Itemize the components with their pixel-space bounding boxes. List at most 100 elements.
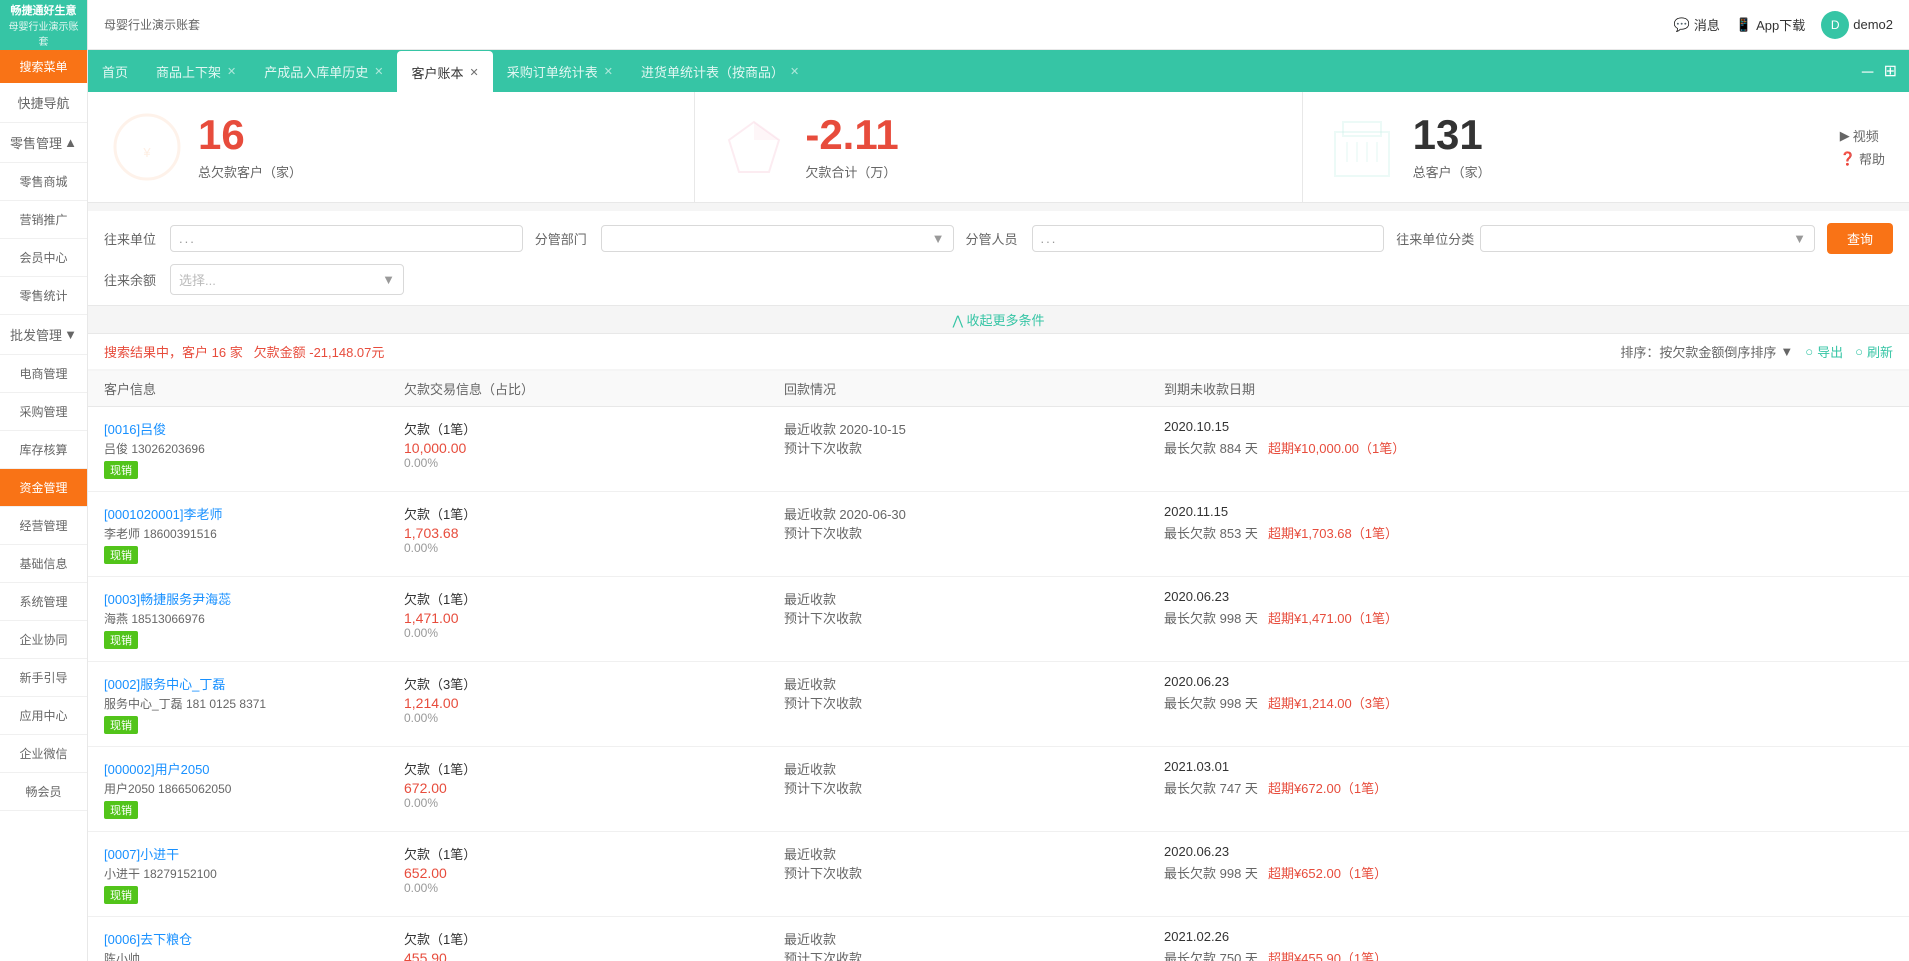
- search-menu-btn[interactable]: 搜索菜单: [0, 50, 87, 83]
- dept-label: 分管部门: [535, 229, 595, 248]
- person-label: 分管人员: [966, 229, 1026, 248]
- sidebar-item-inventory[interactable]: 库存核算: [0, 431, 87, 469]
- search-button[interactable]: 查询: [1827, 223, 1893, 254]
- overdue-link-6[interactable]: 超期¥455.90（1笔）: [1268, 951, 1387, 961]
- overdue-days-2: 最长欠款 998 天 超期¥1,471.00（1笔）: [1164, 608, 1893, 627]
- sidebar-item-vip[interactable]: 畅会员: [0, 773, 87, 811]
- tab-customer-account-close[interactable]: ✕: [470, 66, 479, 79]
- sidebar-item-basic-info[interactable]: 基础信息: [0, 545, 87, 583]
- recovery-next-1: 预计下次收款: [784, 523, 1164, 542]
- customer-name-link-6[interactable]: [0006]去下粮仓: [104, 932, 192, 947]
- app-download-icon: 📱: [1736, 17, 1752, 33]
- from-unit-input[interactable]: ...: [170, 225, 523, 252]
- customer-sub-3: 服务中心_丁磊 181 0125 8371: [104, 695, 404, 712]
- sidebar-item-retail-mgmt[interactable]: 零售管理▲: [0, 123, 87, 163]
- stat-video-btn[interactable]: ▶ 视频: [1840, 126, 1885, 145]
- sidebar-item-purchase[interactable]: 采购管理: [0, 393, 87, 431]
- unit-class-arrow-icon: ▼: [1793, 231, 1806, 246]
- tab-customer-account[interactable]: 客户账本 ✕: [397, 51, 492, 93]
- overdue-link-5[interactable]: 超期¥652.00（1笔）: [1268, 866, 1387, 881]
- tab-home[interactable]: 首页: [88, 50, 142, 92]
- user-avatar[interactable]: D demo2: [1821, 11, 1893, 39]
- customer-name-link-1[interactable]: [0001020001]李老师: [104, 507, 223, 522]
- overdue-link-2[interactable]: 超期¥1,471.00（1笔）: [1268, 611, 1398, 626]
- tab-product-offshelf[interactable]: 商品上下架 ✕: [142, 50, 250, 92]
- sidebar-item-finance[interactable]: 资金管理: [0, 469, 87, 507]
- tab-bar-end: － ⊞: [1860, 59, 1909, 83]
- debt-percent-2: 0.00%: [404, 626, 784, 640]
- sidebar-item-retail-stats[interactable]: 零售统计: [0, 277, 87, 315]
- customer-name-link-2[interactable]: [0003]畅捷服务尹海蕊: [104, 592, 231, 607]
- overdue-link-0[interactable]: 超期¥10,000.00（1笔）: [1268, 441, 1405, 456]
- tab-product-offshelf-close[interactable]: ✕: [227, 65, 236, 78]
- tab-purchase-order-label: 采购订单统计表: [507, 62, 598, 81]
- customer-tag-0: 现销: [104, 461, 138, 479]
- tab-minimize-icon[interactable]: －: [1860, 59, 1876, 83]
- sidebar-item-enterprise[interactable]: 企业协同: [0, 621, 87, 659]
- customer-info-4: [000002]用户2050 用户2050 18665062050 现销: [104, 759, 404, 819]
- message-btn[interactable]: 💬 消息: [1674, 15, 1720, 34]
- table-row: [000002]用户2050 用户2050 18665062050 现销 欠款（…: [88, 747, 1909, 832]
- sidebar-item-ops[interactable]: 经营管理: [0, 507, 87, 545]
- customer-name-link-3[interactable]: [0002]服务中心_丁磊: [104, 677, 225, 692]
- debt-amount-2: 1,471.00: [404, 610, 784, 626]
- person-dots: ...: [1041, 231, 1058, 246]
- recovery-info-0: 最近收款 2020-10-15 预计下次收款: [784, 419, 1164, 457]
- recovery-last-label-0: 最近收款: [784, 419, 836, 438]
- app-download-btn[interactable]: 📱 App下载: [1736, 15, 1805, 34]
- sidebar-item-system[interactable]: 系统管理: [0, 583, 87, 621]
- customer-info-0: [0016]吕俊 吕俊 13026203696 现销: [104, 419, 404, 479]
- overdue-link-4[interactable]: 超期¥672.00（1笔）: [1268, 781, 1387, 796]
- overdue-info-6: 2021.02.26 最长欠款 750 天 超期¥455.90（1笔）: [1164, 929, 1893, 961]
- tab-expand-icon[interactable]: ⊞: [1884, 61, 1897, 81]
- person-input[interactable]: ...: [1032, 225, 1385, 252]
- sidebar-item-member[interactable]: 会员中心: [0, 239, 87, 277]
- col-header-recovery: 回款情况: [784, 379, 1164, 398]
- sidebar-item-marketing[interactable]: 营销推广: [0, 201, 87, 239]
- stat-help-btn[interactable]: ❓ 帮助: [1840, 149, 1885, 168]
- debt-percent-5: 0.00%: [404, 881, 784, 895]
- dept-select[interactable]: ▼: [601, 225, 954, 252]
- stats-row: ¥ 16 总欠款客户（家）: [88, 92, 1909, 203]
- overdue-link-1[interactable]: 超期¥1,703.68（1笔）: [1268, 526, 1398, 541]
- overdue-days-text-1: 最长欠款 853 天: [1164, 526, 1258, 541]
- overdue-info-3: 2020.06.23 最长欠款 998 天 超期¥1,214.00（3笔）: [1164, 674, 1893, 712]
- overdue-link-3[interactable]: 超期¥1,214.00（3笔）: [1268, 696, 1398, 711]
- sidebar-item-wecom[interactable]: 企业微信: [0, 735, 87, 773]
- customer-info-5: [0007]小进干 小进干 18279152100 现销: [104, 844, 404, 904]
- tab-purchase-order-close[interactable]: ✕: [604, 65, 613, 78]
- customer-name-link-0[interactable]: [0016]吕俊: [104, 422, 166, 437]
- sidebar-item-newbie[interactable]: 新手引导: [0, 659, 87, 697]
- unit-class-select[interactable]: ▼: [1480, 225, 1815, 252]
- debt-info-5: 欠款（1笔） 652.00 0.00%: [404, 844, 784, 895]
- sidebar-item-batch-mgmt[interactable]: 批发管理▼: [0, 315, 87, 355]
- tab-home-label: 首页: [102, 62, 128, 81]
- result-customer-count: 16: [212, 345, 226, 360]
- result-customer-unit: 家: [230, 345, 243, 360]
- recovery-info-4: 最近收款 预计下次收款: [784, 759, 1164, 797]
- debt-count-2: 欠款（1笔）: [404, 589, 784, 608]
- tab-bar: 首页 商品上下架 ✕ 产成品入库单历史 ✕ 客户账本 ✕ 采购订单统计表 ✕ 进…: [88, 50, 1909, 92]
- sidebar-item-ecommerce[interactable]: 电商管理: [0, 355, 87, 393]
- refresh-button[interactable]: ○ 刷新: [1855, 342, 1893, 361]
- customer-name-link-5[interactable]: [0007]小进干: [104, 847, 179, 862]
- customer-sub-6: 陈小帅: [104, 950, 404, 961]
- tab-inbound-stats-close[interactable]: ✕: [790, 65, 799, 78]
- recovery-next-label-2: 预计下次收款: [784, 611, 862, 626]
- recovery-last-label-6: 最近收款: [784, 929, 836, 948]
- sort-button[interactable]: 排序：按欠款金额倒序排序 ▼: [1620, 342, 1793, 361]
- overdue-info-0: 2020.10.15 最长欠款 884 天 超期¥10,000.00（1笔）: [1164, 419, 1893, 457]
- tab-product-inbound[interactable]: 产成品入库单历史 ✕: [250, 50, 397, 92]
- balance-select[interactable]: 选择... ▼: [170, 264, 404, 295]
- recovery-last-label-1: 最近收款: [784, 504, 836, 523]
- unit-class-label: 往来单位分类: [1396, 229, 1474, 248]
- sidebar-item-retail-mall[interactable]: 零售商城: [0, 163, 87, 201]
- export-button[interactable]: ○ 导出: [1805, 342, 1843, 361]
- sidebar-item-app-center[interactable]: 应用中心: [0, 697, 87, 735]
- customer-name-link-4[interactable]: [000002]用户2050: [104, 762, 210, 777]
- tab-purchase-order[interactable]: 采购订单统计表 ✕: [493, 50, 627, 92]
- tab-product-inbound-close[interactable]: ✕: [374, 65, 383, 78]
- debt-percent-3: 0.00%: [404, 711, 784, 725]
- collapse-bar[interactable]: ⋀ 收起更多条件: [88, 305, 1909, 333]
- tab-inbound-stats[interactable]: 进货单统计表（按商品） ✕: [627, 50, 813, 92]
